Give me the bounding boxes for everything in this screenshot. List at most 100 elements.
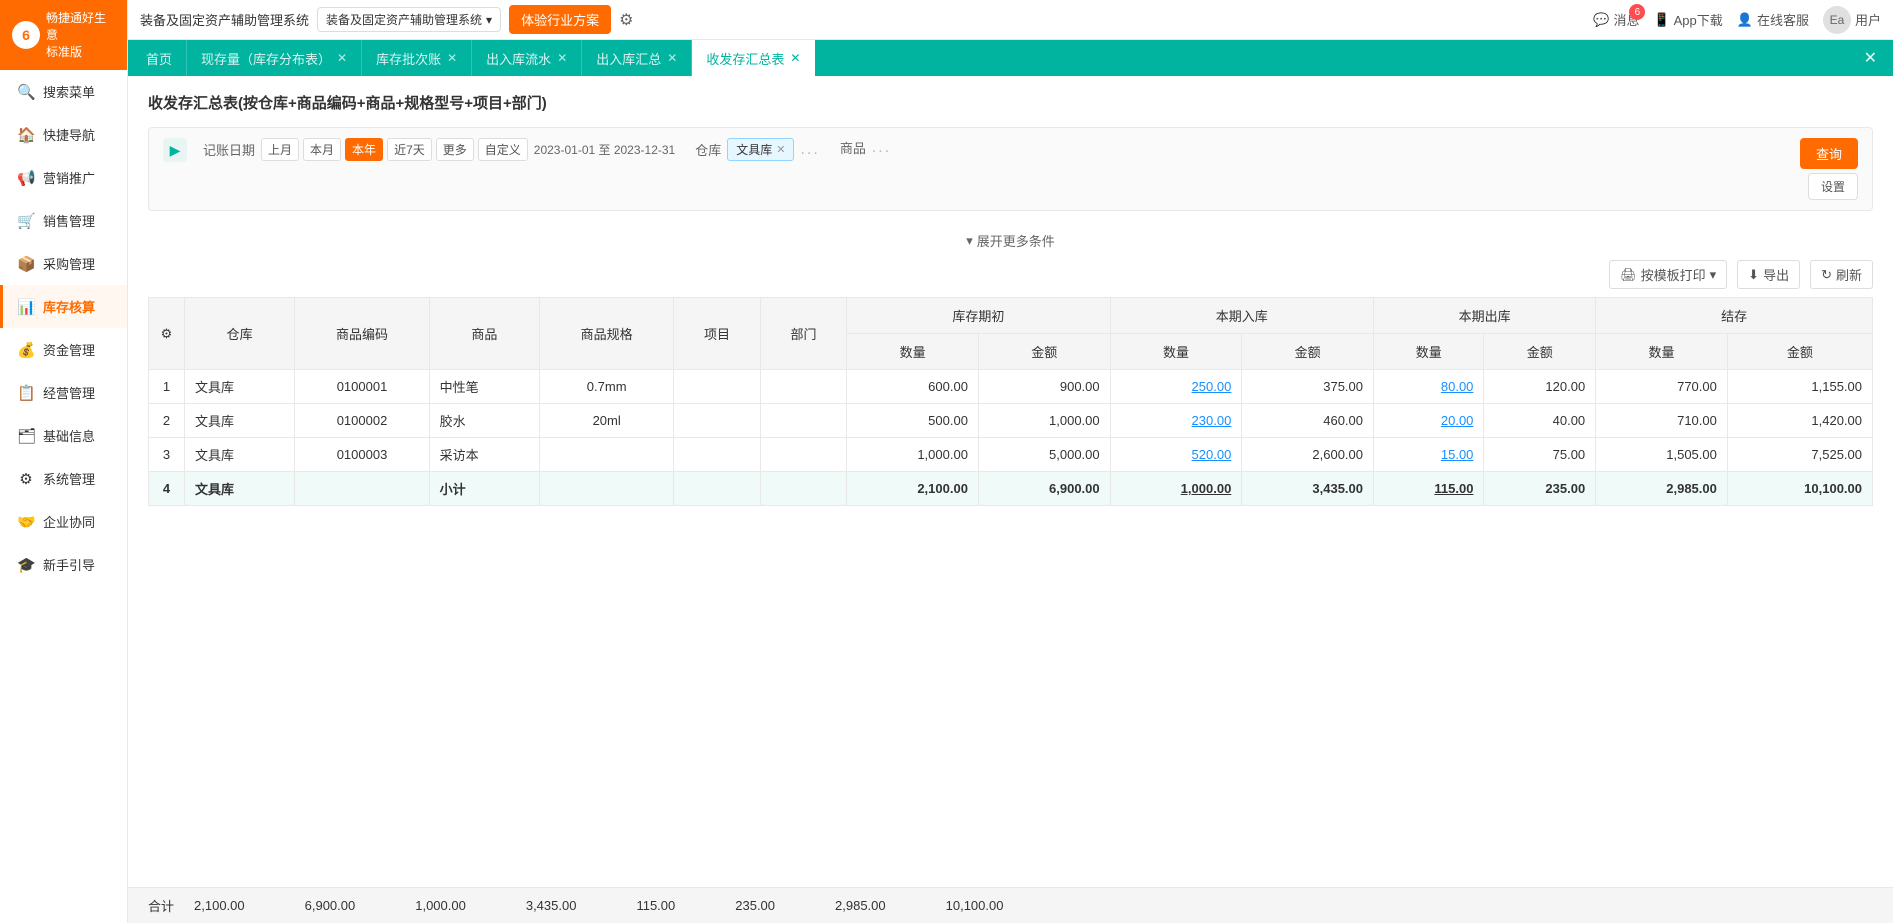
warehouse-filter-tag: 文具库 ✕ bbox=[727, 138, 794, 161]
experience-btn[interactable]: 体验行业方案 bbox=[509, 5, 611, 34]
date-btn-自定义[interactable]: 自定义 bbox=[478, 138, 528, 161]
topbar-right: 💬 消息 6 📱 App下载 👤 在线客服 Ea 用户 bbox=[1593, 6, 1881, 34]
cell-out-qty[interactable]: 15.00 bbox=[1374, 438, 1484, 472]
content-area: 收发存汇总表(按仓库+商品编码+商品+规格型号+项目+部门) ▶ 记账日期 上月… bbox=[128, 76, 1893, 923]
cell-in-qty[interactable]: 230.00 bbox=[1110, 404, 1242, 438]
refresh-btn[interactable]: ↻ 刷新 bbox=[1810, 260, 1873, 289]
cell-bal-amt: 7,525.00 bbox=[1727, 438, 1872, 472]
online-service-btn[interactable]: 👤 在线客服 bbox=[1737, 10, 1809, 29]
system-title: 装备及固定资产辅助管理系统 bbox=[140, 10, 309, 29]
warehouse-more-btn[interactable]: ... bbox=[800, 141, 819, 159]
tab-inout_summary[interactable]: 出入库汇总 ✕ bbox=[582, 40, 692, 76]
tab-close-recv_send_summary[interactable]: ✕ bbox=[790, 51, 800, 65]
sidebar-logo: 6 畅捷通好生意 标准版 bbox=[0, 0, 127, 70]
user-menu[interactable]: Ea 用户 bbox=[1823, 6, 1881, 34]
th-settings-icon[interactable]: ⚙ bbox=[149, 298, 185, 370]
cell-department bbox=[760, 404, 846, 438]
sidebar-item-purchase[interactable]: 📦采购管理 bbox=[0, 242, 127, 285]
cell-bal-qty: 1,505.00 bbox=[1596, 438, 1728, 472]
system-selector[interactable]: 装备及固定资产辅助管理系统 ▾ bbox=[317, 7, 501, 32]
sidebar-item-sales[interactable]: 🛒销售管理 bbox=[0, 199, 127, 242]
tab-close-inout_flow[interactable]: ✕ bbox=[557, 51, 567, 65]
tab-label-inout_summary: 出入库汇总 bbox=[596, 49, 661, 68]
sidebar-item-inventory[interactable]: 📊库存核算 bbox=[0, 285, 127, 328]
sidebar-item-system[interactable]: ⚙系统管理 bbox=[0, 457, 127, 500]
date-filter-label: 记账日期 bbox=[203, 140, 255, 159]
sidebar-item-enterprise[interactable]: 🤝企业协同 bbox=[0, 500, 127, 543]
app-download-btn[interactable]: 📱 App下载 bbox=[1653, 10, 1722, 29]
sidebar-label-purchase: 采购管理 bbox=[43, 254, 95, 273]
export-btn[interactable]: ⬇ 导出 bbox=[1737, 260, 1800, 289]
footer-total-values: 2,100.00 6,900.00 1,000.00 3,435.00 115.… bbox=[194, 898, 1873, 913]
cell-out-qty[interactable]: 80.00 bbox=[1374, 370, 1484, 404]
sidebar-item-basic_info[interactable]: 🗂基础信息 bbox=[0, 414, 127, 457]
tab-label-inout_flow: 出入库流水 bbox=[486, 49, 551, 68]
cell-project bbox=[674, 404, 760, 438]
sidebar-label-newbie: 新手引导 bbox=[43, 555, 95, 574]
th-goods-spec: 商品规格 bbox=[540, 298, 674, 370]
message-badge: 6 bbox=[1629, 4, 1645, 20]
sidebar-item-search[interactable]: 🔍搜索菜单 bbox=[0, 70, 127, 113]
th-in-qty: 数量 bbox=[1110, 334, 1242, 370]
tab-batch_ledger[interactable]: 库存批次账✕ bbox=[362, 40, 472, 76]
sidebar-item-finance[interactable]: 💰资金管理 bbox=[0, 328, 127, 371]
footer-total-bar: 合计 2,100.00 6,900.00 1,000.00 3,435.00 1… bbox=[128, 887, 1893, 923]
settings-icon[interactable]: ⚙ bbox=[619, 10, 633, 30]
date-btn-本月[interactable]: 本月 bbox=[303, 138, 341, 161]
filter-settings-btn[interactable]: 设置 bbox=[1808, 173, 1858, 200]
message-btn[interactable]: 💬 消息 6 bbox=[1593, 10, 1639, 29]
cell-no: 1 bbox=[149, 370, 185, 404]
sidebar-item-operations[interactable]: 📋经营管理 bbox=[0, 371, 127, 414]
tab-close-inout_summary[interactable]: ✕ bbox=[667, 51, 677, 65]
expand-more-btn[interactable]: ▾ 展开更多条件 bbox=[966, 231, 1055, 250]
cell-out-qty[interactable]: 20.00 bbox=[1374, 404, 1484, 438]
cell-out-amt: 120.00 bbox=[1484, 370, 1596, 404]
goods-more-btn[interactable]: ... bbox=[872, 139, 891, 157]
subtotal-out-qty[interactable]: 115.00 bbox=[1374, 472, 1484, 506]
footer-start-qty: 2,100.00 bbox=[194, 898, 245, 913]
tab-inout_flow[interactable]: 出入库流水 ✕ bbox=[472, 40, 582, 76]
sidebar-item-marketing[interactable]: 📢营销推广 bbox=[0, 156, 127, 199]
warehouse-tag-close[interactable]: ✕ bbox=[776, 143, 785, 156]
tab-home[interactable]: 首页 bbox=[132, 40, 187, 76]
logo-icon: 6 bbox=[12, 21, 40, 49]
cell-goods-spec: 20ml bbox=[540, 404, 674, 438]
tab-close-batch_ledger[interactable]: ✕ bbox=[447, 51, 457, 65]
tab-label-inventory_dist: 现存量（库存分布表） bbox=[201, 49, 331, 68]
date-btn-近7天[interactable]: 近7天 bbox=[387, 138, 432, 161]
tabs-bar: 首页现存量（库存分布表）✕库存批次账✕出入库流水✕出入库汇总✕收发存汇总表✕ ✕ bbox=[128, 40, 1893, 76]
query-btn[interactable]: 查询 bbox=[1800, 138, 1858, 169]
subtotal-in-qty[interactable]: 1,000.00 bbox=[1110, 472, 1242, 506]
tab-label-home: 首页 bbox=[146, 49, 172, 68]
close-all-tabs-btn[interactable]: ✕ bbox=[1852, 48, 1889, 68]
subtotal-warehouse: 文具库 bbox=[185, 472, 295, 506]
date-btn-本年[interactable]: 本年 bbox=[345, 138, 383, 161]
page-title: 收发存汇总表(按仓库+商品编码+商品+规格型号+项目+部门) bbox=[148, 92, 1873, 113]
cell-in-qty[interactable]: 520.00 bbox=[1110, 438, 1242, 472]
filter-toggle-btn[interactable]: ▶ bbox=[163, 138, 187, 162]
data-table: ⚙ 仓库 商品编码 商品 商品规格 项目 部门 库存期初 本期入库 本期出库 结… bbox=[148, 297, 1873, 506]
cell-bal-qty: 710.00 bbox=[1596, 404, 1728, 438]
cell-out-amt: 40.00 bbox=[1484, 404, 1596, 438]
cell-start-amt: 1,000.00 bbox=[978, 404, 1110, 438]
print-template-btn[interactable]: 🖨 按模板打印 ▾ bbox=[1609, 260, 1727, 289]
th-goods-name: 商品 bbox=[429, 298, 539, 370]
th-start-amt: 金额 bbox=[978, 334, 1110, 370]
tab-inventory_dist[interactable]: 现存量（库存分布表） ✕ bbox=[187, 40, 362, 76]
cell-in-amt: 375.00 bbox=[1242, 370, 1374, 404]
inventory-icon: 📊 bbox=[17, 298, 35, 316]
tab-close-inventory_dist[interactable]: ✕ bbox=[337, 51, 347, 65]
cell-out-amt: 75.00 bbox=[1484, 438, 1596, 472]
sidebar-item-quick_nav[interactable]: 🏠快捷导航 bbox=[0, 113, 127, 156]
sidebar-item-newbie[interactable]: 🎓新手引导 bbox=[0, 543, 127, 586]
sidebar-label-system: 系统管理 bbox=[43, 469, 95, 488]
subtotal-out-amt: 235.00 bbox=[1484, 472, 1596, 506]
th-bal-qty: 数量 bbox=[1596, 334, 1728, 370]
date-btn-更多[interactable]: 更多 bbox=[436, 138, 474, 161]
cell-in-qty[interactable]: 250.00 bbox=[1110, 370, 1242, 404]
filter-row: 记账日期 上月本月本年近7天更多自定义 2023-01-01 至 2023-12… bbox=[203, 138, 1784, 161]
cell-goods-code: 0100001 bbox=[295, 370, 429, 404]
tab-recv_send_summary[interactable]: 收发存汇总表✕ bbox=[692, 40, 815, 76]
date-btn-上月[interactable]: 上月 bbox=[261, 138, 299, 161]
footer-in-amt: 3,435.00 bbox=[526, 898, 577, 913]
